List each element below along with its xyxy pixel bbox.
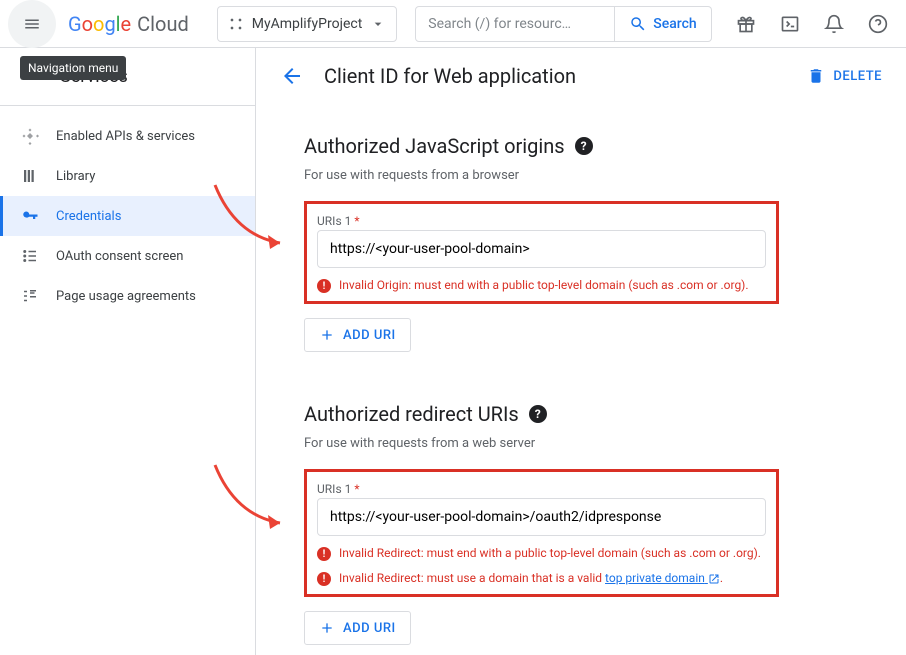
project-name: MyAmplifyProject bbox=[252, 16, 363, 32]
add-uri-label: ADD URI bbox=[343, 621, 396, 636]
external-link-icon bbox=[708, 573, 720, 585]
hamburger-icon bbox=[23, 15, 41, 33]
project-icon bbox=[228, 16, 244, 32]
search-button-label: Search bbox=[653, 16, 696, 32]
error-row: ! Invalid Redirect: must end with a publ… bbox=[317, 546, 766, 561]
menu-button[interactable] bbox=[8, 0, 56, 48]
search-button[interactable]: Search bbox=[615, 6, 711, 42]
cloud-shell-icon[interactable] bbox=[770, 4, 810, 44]
section-subtitle: For use with requests from a web server bbox=[304, 436, 882, 451]
plus-icon bbox=[319, 620, 335, 636]
page-header: Client ID for Web application DELETE bbox=[256, 48, 906, 104]
search-icon bbox=[629, 15, 647, 33]
sidebar-item-oauth-consent[interactable]: OAuth consent screen bbox=[0, 236, 255, 276]
error-icon: ! bbox=[317, 572, 331, 586]
back-button[interactable] bbox=[280, 64, 304, 88]
arrow-left-icon bbox=[280, 64, 304, 88]
error-row: ! Invalid Redirect: must use a domain th… bbox=[317, 571, 766, 586]
search-wrap: Search bbox=[415, 6, 711, 42]
sidebar-item-label: Page usage agreements bbox=[56, 289, 196, 304]
section-title: Authorized redirect URIs ? bbox=[304, 402, 882, 426]
sidebar-item-label: Credentials bbox=[56, 209, 121, 224]
main: Client ID for Web application DELETE Aut… bbox=[256, 48, 906, 655]
add-uri-button[interactable]: ADD URI bbox=[304, 318, 411, 352]
redirect-callout: URIs 1 * ! Invalid Redirect: must end wi… bbox=[304, 469, 779, 597]
field-label: URIs 1 * bbox=[317, 214, 766, 228]
header: Google Cloud MyAmplifyProject Search bbox=[0, 0, 906, 48]
add-uri-button[interactable]: ADD URI bbox=[304, 611, 411, 645]
redirect-uri-input[interactable] bbox=[317, 498, 766, 536]
sidebar: Services Enabled APIs & services Library… bbox=[0, 48, 256, 655]
error-text: Invalid Redirect: must end with a public… bbox=[339, 546, 761, 560]
delete-button[interactable]: DELETE bbox=[807, 67, 882, 85]
page-title: Client ID for Web application bbox=[324, 64, 787, 88]
error-text: Invalid Redirect: must use a domain that… bbox=[339, 571, 723, 585]
agreements-icon bbox=[20, 286, 40, 306]
trash-icon bbox=[807, 67, 825, 85]
plus-icon bbox=[319, 327, 335, 343]
delete-label: DELETE bbox=[833, 69, 882, 84]
library-icon bbox=[20, 166, 40, 186]
section-subtitle: For use with requests from a browser bbox=[304, 168, 882, 183]
js-origins-callout: URIs 1 * ! Invalid Origin: must end with… bbox=[304, 201, 779, 304]
sidebar-item-credentials[interactable]: Credentials bbox=[0, 196, 255, 236]
top-private-domain-link[interactable]: top private domain bbox=[605, 571, 720, 585]
error-icon: ! bbox=[317, 547, 331, 561]
section-title-text: Authorized redirect URIs bbox=[304, 402, 519, 426]
section-title-text: Authorized JavaScript origins bbox=[304, 134, 565, 158]
consent-icon bbox=[20, 246, 40, 266]
project-picker[interactable]: MyAmplifyProject bbox=[217, 6, 398, 42]
error-text: Invalid Origin: must end with a public t… bbox=[339, 278, 749, 292]
help-icon[interactable] bbox=[858, 4, 898, 44]
key-icon bbox=[20, 206, 40, 226]
logo: Google Cloud bbox=[68, 12, 189, 36]
help-icon[interactable]: ? bbox=[529, 405, 547, 423]
search-input[interactable] bbox=[415, 6, 615, 42]
chevron-down-icon bbox=[370, 16, 386, 32]
gift-icon[interactable] bbox=[726, 4, 766, 44]
section-title: Authorized JavaScript origins ? bbox=[304, 134, 882, 158]
add-uri-label: ADD URI bbox=[343, 328, 396, 343]
error-row: ! Invalid Origin: must end with a public… bbox=[317, 278, 766, 293]
tooltip: Navigation menu bbox=[20, 56, 126, 80]
header-icons bbox=[726, 4, 898, 44]
sidebar-item-page-usage[interactable]: Page usage agreements bbox=[0, 276, 255, 316]
api-icon bbox=[20, 126, 40, 146]
sidebar-item-enabled-apis[interactable]: Enabled APIs & services bbox=[0, 116, 255, 156]
sidebar-item-label: OAuth consent screen bbox=[56, 249, 183, 264]
js-origin-uri-input[interactable] bbox=[317, 230, 766, 268]
sidebar-item-label: Enabled APIs & services bbox=[56, 129, 195, 144]
bell-icon[interactable] bbox=[814, 4, 854, 44]
error-icon: ! bbox=[317, 279, 331, 293]
sidebar-item-library[interactable]: Library bbox=[0, 156, 255, 196]
section-js-origins: Authorized JavaScript origins ? For use … bbox=[256, 134, 906, 352]
section-redirect-uris: Authorized redirect URIs ? For use with … bbox=[256, 402, 906, 645]
sidebar-item-label: Library bbox=[56, 169, 95, 184]
field-label: URIs 1 * bbox=[317, 482, 766, 496]
help-icon[interactable]: ? bbox=[575, 137, 593, 155]
